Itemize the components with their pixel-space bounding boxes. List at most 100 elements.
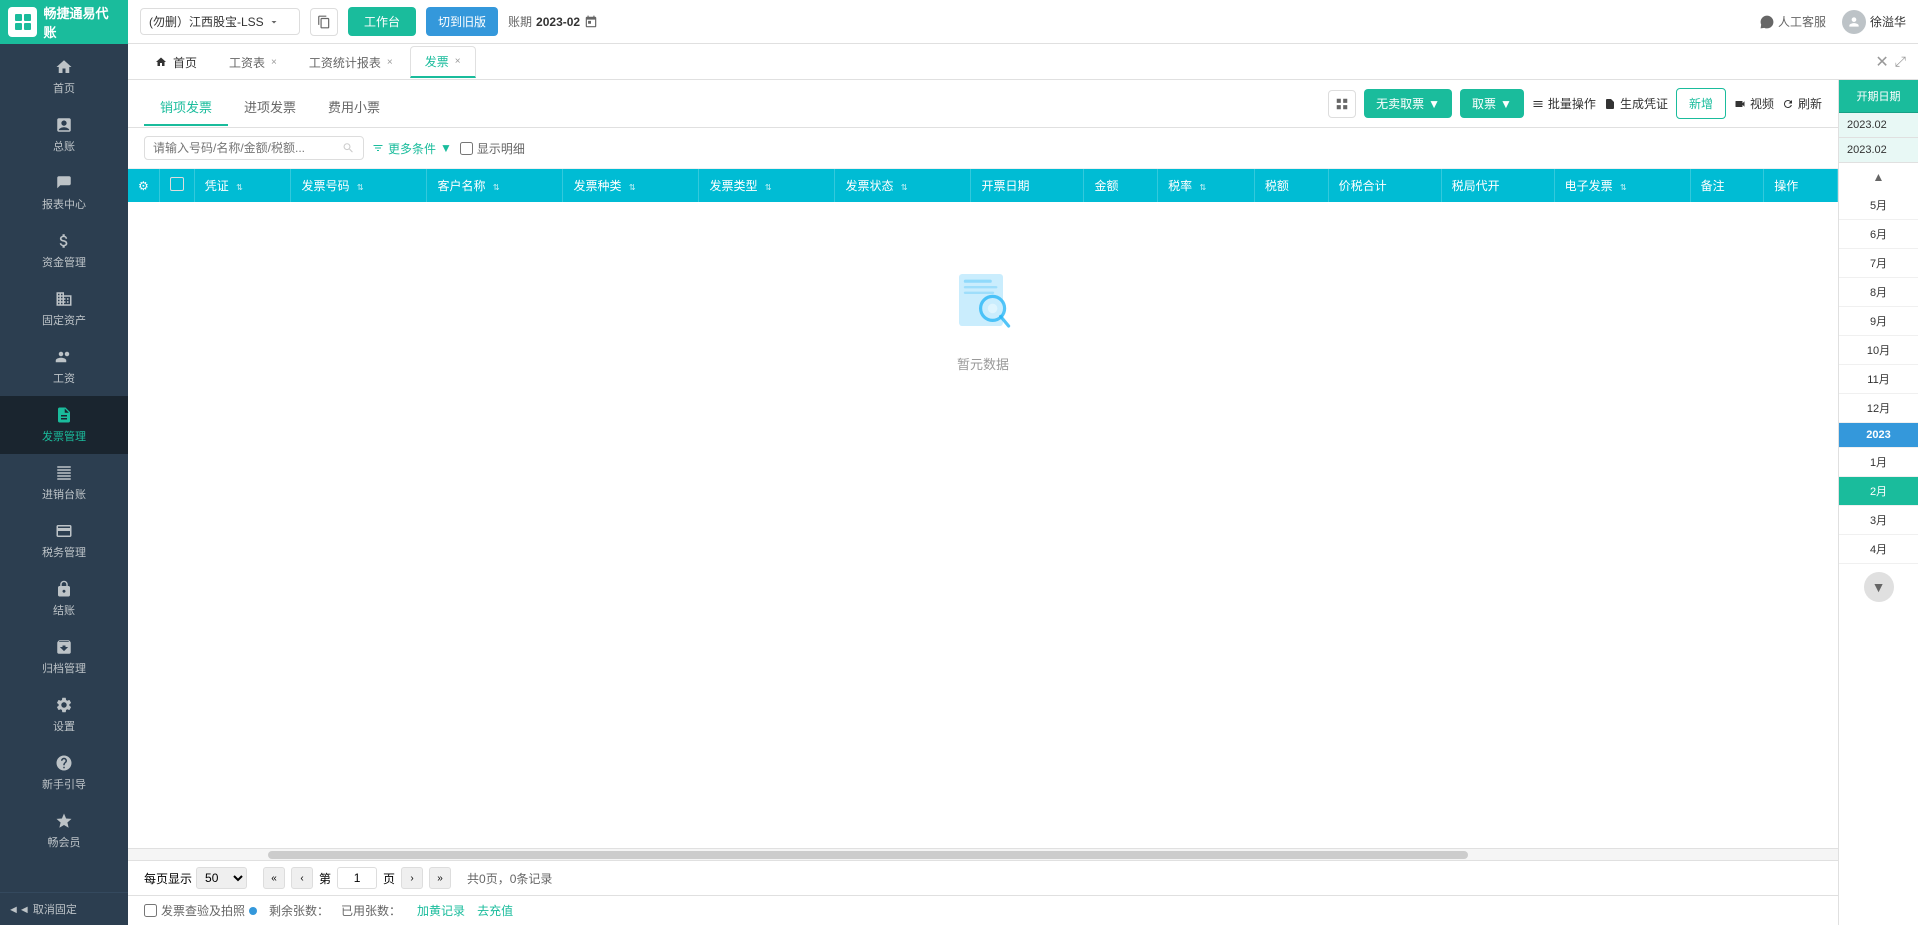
date-item-5[interactable]: 5月 — [1839, 191, 1918, 220]
sidebar-collapse-btn[interactable]: ◄◄ 取消固定 — [0, 892, 128, 925]
sidebar-item-closing[interactable]: 结账 — [0, 570, 128, 628]
show-detail-checkbox[interactable]: 显示明细 — [460, 140, 525, 157]
support-btn[interactable]: 人工客服 — [1760, 13, 1826, 30]
subtab-purchase-label: 进项发票 — [244, 100, 296, 115]
refresh-btn[interactable]: 刷新 — [1782, 95, 1822, 112]
date-item-jan[interactable]: 1月 — [1839, 448, 1918, 477]
sidebar-item-tax-label: 税务管理 — [42, 544, 86, 560]
workbench-btn[interactable]: 工作台 — [348, 7, 416, 36]
sidebar-item-ledger[interactable]: 总账 — [0, 106, 128, 164]
page-input[interactable] — [337, 867, 377, 889]
date-item-7[interactable]: 7月 — [1839, 249, 1918, 278]
date-item-12[interactable]: 12月 — [1839, 394, 1918, 423]
next-page-btn[interactable]: › — [401, 867, 423, 889]
batch-ops-btn[interactable]: 批量操作 — [1532, 95, 1596, 112]
col-date: 开票日期 — [971, 169, 1084, 202]
last-page-btn[interactable]: » — [429, 867, 451, 889]
logo-text: 畅捷通易代账 — [43, 3, 120, 41]
sort-tax-rate-icon[interactable]: ⇅ — [1200, 183, 1207, 192]
col-voucher: 凭证 ⇅ — [194, 169, 291, 202]
date-down-btn[interactable]: ▼ — [1864, 572, 1894, 602]
no-cancel-dropdown-icon: ▼ — [1428, 97, 1440, 111]
copy-company-btn[interactable] — [310, 8, 338, 36]
tab-payroll-table[interactable]: 工资表 × — [214, 47, 292, 77]
scrollbar-thumb[interactable] — [268, 851, 1468, 859]
date-item-10[interactable]: 10月 — [1839, 336, 1918, 365]
sort-invoice-no-icon[interactable]: ⇅ — [357, 183, 364, 192]
empty-illustration — [943, 262, 1023, 342]
subtab-expense-receipt[interactable]: 费用小票 — [312, 89, 396, 126]
grid-icon — [1335, 97, 1349, 111]
sort-einvoice-icon[interactable]: ⇅ — [1620, 183, 1627, 192]
date-item-mar[interactable]: 3月 — [1839, 506, 1918, 535]
sidebar-item-home[interactable]: 首页 — [0, 48, 128, 106]
date-item-11[interactable]: 11月 — [1839, 365, 1918, 394]
sort-category-icon[interactable]: ⇅ — [765, 183, 772, 192]
sidebar-item-invoice[interactable]: 发票管理 — [0, 396, 128, 454]
date-up-btn[interactable]: ▲ — [1869, 167, 1889, 187]
no-cancel-ticket-btn[interactable]: 无卖取票 ▼ — [1364, 89, 1452, 118]
table-area[interactable]: ⚙ 凭证 ⇅ 发票号码 — [128, 169, 1838, 848]
user-info[interactable]: 徐溢华 — [1842, 10, 1906, 34]
open-period-label: 开期日期 — [1845, 88, 1912, 104]
search-input[interactable] — [153, 141, 336, 155]
invoice-verify-check[interactable]: 发票查验及拍照 — [144, 902, 257, 919]
sort-customer-icon[interactable]: ⇅ — [493, 183, 500, 192]
date-item-feb[interactable]: 2月 — [1839, 477, 1918, 506]
sort-invoice-type-icon[interactable]: ⇅ — [629, 183, 636, 192]
tab-payroll-table-close[interactable]: × — [271, 57, 277, 68]
col-checkbox[interactable] — [159, 169, 194, 202]
tab-payroll-stats[interactable]: 工资统计报表 × — [294, 47, 408, 77]
tab-invoice-close[interactable]: × — [455, 56, 461, 67]
recharge-link[interactable]: 去充值 — [477, 902, 513, 919]
filter-btn[interactable]: 更多条件 ▼ — [372, 140, 452, 157]
sidebar-item-capital[interactable]: 资金管理 — [0, 222, 128, 280]
grid-view-btn[interactable] — [1328, 90, 1356, 118]
sidebar-item-settings[interactable]: 设置 — [0, 686, 128, 744]
date-item-9[interactable]: 9月 — [1839, 307, 1918, 336]
sidebar-item-archive-label: 归档管理 — [42, 660, 86, 676]
fetch-ticket-btn[interactable]: 取票 ▼ — [1460, 89, 1524, 118]
tab-payroll-stats-close[interactable]: × — [387, 57, 393, 68]
select-all-checkbox[interactable] — [170, 177, 184, 191]
sidebar-item-archive[interactable]: 归档管理 — [0, 628, 128, 686]
subtab-purchase-invoice[interactable]: 进项发票 — [228, 89, 312, 126]
subtab-actions: 无卖取票 ▼ 取票 ▼ 批量操作 生成凭证 — [1328, 88, 1822, 127]
per-page-dropdown[interactable]: 50 10 20 100 — [196, 867, 247, 889]
sort-voucher-icon[interactable]: ⇅ — [236, 183, 243, 192]
detail-checkbox[interactable] — [460, 142, 473, 155]
invoice-verify-checkbox[interactable] — [144, 904, 157, 917]
date-item-8[interactable]: 8月 — [1839, 278, 1918, 307]
tab-close-icon[interactable]: ✕ — [1875, 52, 1888, 72]
sidebar-item-settings-label: 设置 — [53, 718, 75, 734]
sidebar-item-payroll[interactable]: 工资 — [0, 338, 128, 396]
sidebar-item-assets[interactable]: 固定资产 — [0, 280, 128, 338]
table-scrollbar[interactable] — [128, 848, 1838, 860]
switch-version-btn[interactable]: 切到旧版 — [426, 7, 498, 36]
sidebar-item-tax[interactable]: 税务管理 — [0, 512, 128, 570]
date-item-6[interactable]: 6月 — [1839, 220, 1918, 249]
sidebar-item-sales[interactable]: 进销台账 — [0, 454, 128, 512]
sidebar-item-reports[interactable]: 报表中心 — [0, 164, 128, 222]
col-settings[interactable]: ⚙ — [128, 169, 159, 202]
sidebar-item-guide[interactable]: 新手引导 — [0, 744, 128, 802]
sort-status-icon[interactable]: ⇅ — [901, 183, 908, 192]
video-btn[interactable]: 视频 — [1734, 95, 1774, 112]
tab-expand-icon[interactable]: ⤢ — [1895, 53, 1906, 70]
subtab-sales-invoice[interactable]: 销项发票 — [144, 89, 228, 126]
open-period-btn[interactable]: 开期日期 — [1839, 80, 1918, 113]
sidebar-item-member[interactable]: 畅会员 — [0, 802, 128, 860]
date-item-apr[interactable]: 4月 — [1839, 535, 1918, 564]
avatar — [1842, 10, 1866, 34]
settings-icon: ⚙ — [138, 179, 149, 193]
tab-home[interactable]: 首页 — [140, 47, 212, 77]
col-tax-rate: 税率 ⇅ — [1158, 169, 1255, 202]
gen-voucher-btn[interactable]: 生成凭证 — [1604, 95, 1668, 112]
join-record-link[interactable]: 加黄记录 — [417, 902, 465, 919]
prev-page-btn[interactable]: ‹ — [291, 867, 313, 889]
company-selector[interactable]: (勿删）江西股宝-LSS — [140, 8, 300, 35]
video-icon — [1734, 98, 1746, 110]
new-btn[interactable]: 新增 — [1676, 88, 1726, 119]
first-page-btn[interactable]: « — [263, 867, 285, 889]
tab-invoice[interactable]: 发票 × — [410, 46, 476, 78]
